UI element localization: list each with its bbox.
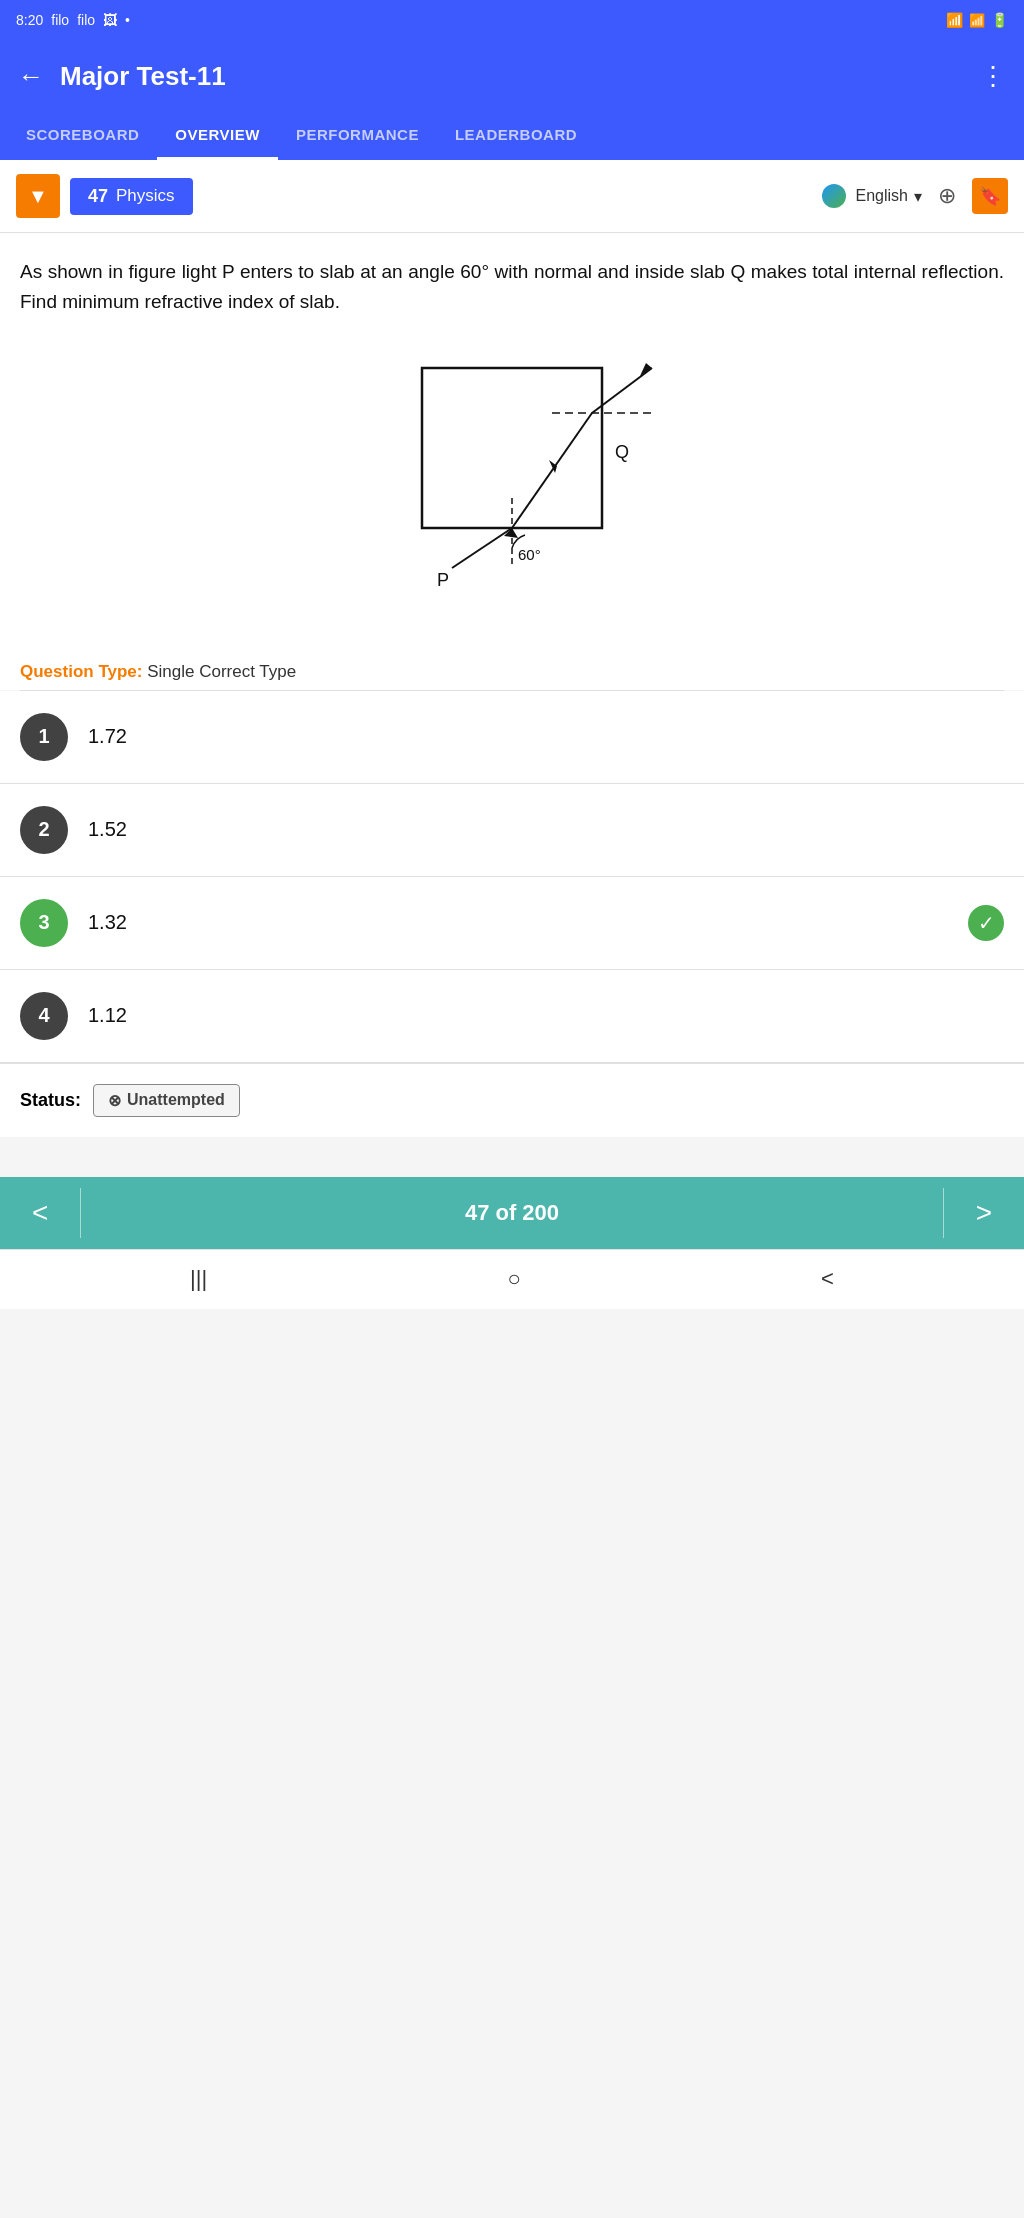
question-text: As shown in figure light P enters to sla… <box>20 257 1004 318</box>
next-button[interactable]: > <box>944 1177 1024 1249</box>
subject-name: Physics <box>116 186 175 206</box>
globe-icon <box>822 184 846 208</box>
bookmark-button[interactable]: 🔖 <box>972 178 1008 214</box>
bookmark-icon: 🔖 <box>979 185 1001 207</box>
menu-button[interactable]: ⋮ <box>980 61 1006 92</box>
option-row-1[interactable]: 1 1.72 <box>0 691 1024 784</box>
status-dot: • <box>125 12 130 28</box>
filter-left: ▼ 47 Physics <box>16 174 193 218</box>
zoom-button[interactable]: ⊕ <box>938 183 956 209</box>
filter-bar: ▼ 47 Physics English ▾ ⊕ 🔖 <box>0 160 1024 233</box>
language-label: English <box>856 187 908 205</box>
status-bar-left: 8:20 filo filo 🖼 • <box>16 12 130 28</box>
tab-bar: SCOREBOARD OVERVIEW PERFORMANCE LEADERBO… <box>0 112 1024 160</box>
question-area: As shown in figure light P enters to sla… <box>0 233 1024 646</box>
question-number: 47 <box>88 186 108 207</box>
option-text-1: 1.72 <box>88 725 1004 748</box>
status-app2: filo <box>77 12 95 28</box>
status-time: 8:20 <box>16 12 43 28</box>
option-number-3: 3 <box>38 911 49 934</box>
wifi-icon <box>946 12 963 28</box>
lang-dropdown-icon: ▾ <box>914 187 922 206</box>
status-badge-icon: ⊗ <box>108 1091 121 1110</box>
system-back-button[interactable]: < <box>821 1266 834 1292</box>
system-home-button[interactable]: ○ <box>507 1266 520 1292</box>
prev-button[interactable]: < <box>0 1177 80 1249</box>
svg-text:60°: 60° <box>518 546 541 563</box>
diagram-container: P Q 60° <box>20 338 1004 598</box>
page-title: Major Test-11 <box>60 61 226 92</box>
system-menu-button[interactable]: ||| <box>190 1266 207 1292</box>
correct-check-icon: ✓ <box>968 905 1004 941</box>
question-type-value: Single Correct Type <box>147 662 296 681</box>
filter-right: English ▾ ⊕ 🔖 <box>822 178 1008 214</box>
status-badge-text: Unattempted <box>127 1091 225 1109</box>
option-row-3[interactable]: 3 1.32 ✓ <box>0 877 1024 970</box>
status-badge: ⊗ Unattempted <box>93 1084 240 1117</box>
status-app1: filo <box>51 12 69 28</box>
svg-text:P: P <box>437 570 449 590</box>
language-button[interactable]: English ▾ <box>822 184 922 208</box>
back-button[interactable]: ← <box>18 61 44 92</box>
bottom-nav: < 47 of 200 > <box>0 1177 1024 1249</box>
option-text-4: 1.12 <box>88 1004 1004 1027</box>
option-circle-2: 2 <box>20 806 68 854</box>
svg-text:Q: Q <box>615 442 629 462</box>
signal-icon: 📶 <box>969 13 985 28</box>
spacer <box>0 1137 1024 1177</box>
subject-badge[interactable]: 47 Physics <box>70 178 193 215</box>
status-label: Status: <box>20 1090 81 1111</box>
svg-line-2 <box>452 528 512 568</box>
system-nav: ||| ○ < <box>0 1249 1024 1309</box>
question-type-row: Question Type: Single Correct Type <box>0 646 1024 690</box>
tab-performance[interactable]: PERFORMANCE <box>278 112 437 160</box>
option-circle-3: 3 <box>20 899 68 947</box>
option-row-2[interactable]: 2 1.52 <box>0 784 1024 877</box>
option-number-1: 1 <box>38 725 49 748</box>
tab-overview[interactable]: OVERVIEW <box>157 112 278 160</box>
filter-button[interactable]: ▼ <box>16 174 60 218</box>
option-row-4[interactable]: 4 1.12 <box>0 970 1024 1063</box>
option-text-3: 1.32 <box>88 911 948 934</box>
tab-leaderboard[interactable]: LEADERBOARD <box>437 112 595 160</box>
status-bar: 8:20 filo filo 🖼 • 📶 <box>0 0 1024 40</box>
status-photo-icon: 🖼 <box>103 12 117 28</box>
option-circle-4: 4 <box>20 992 68 1040</box>
question-counter: 47 of 200 <box>81 1200 942 1226</box>
option-number-2: 2 <box>38 818 49 841</box>
option-circle-1: 1 <box>20 713 68 761</box>
tab-scoreboard[interactable]: SCOREBOARD <box>8 112 157 160</box>
status-row: Status: ⊗ Unattempted <box>0 1063 1024 1137</box>
option-number-4: 4 <box>38 1004 49 1027</box>
header-left: ← Major Test-11 <box>18 61 226 92</box>
question-type-label: Question Type: <box>20 662 142 681</box>
header: ← Major Test-11 ⋮ <box>0 40 1024 112</box>
option-text-2: 1.52 <box>88 818 1004 841</box>
options-container: 1 1.72 2 1.52 3 1.32 ✓ 4 1.12 <box>0 691 1024 1063</box>
battery-icon <box>991 12 1008 28</box>
status-bar-right: 📶 <box>946 12 1008 28</box>
diagram-svg: P Q 60° <box>362 338 662 598</box>
